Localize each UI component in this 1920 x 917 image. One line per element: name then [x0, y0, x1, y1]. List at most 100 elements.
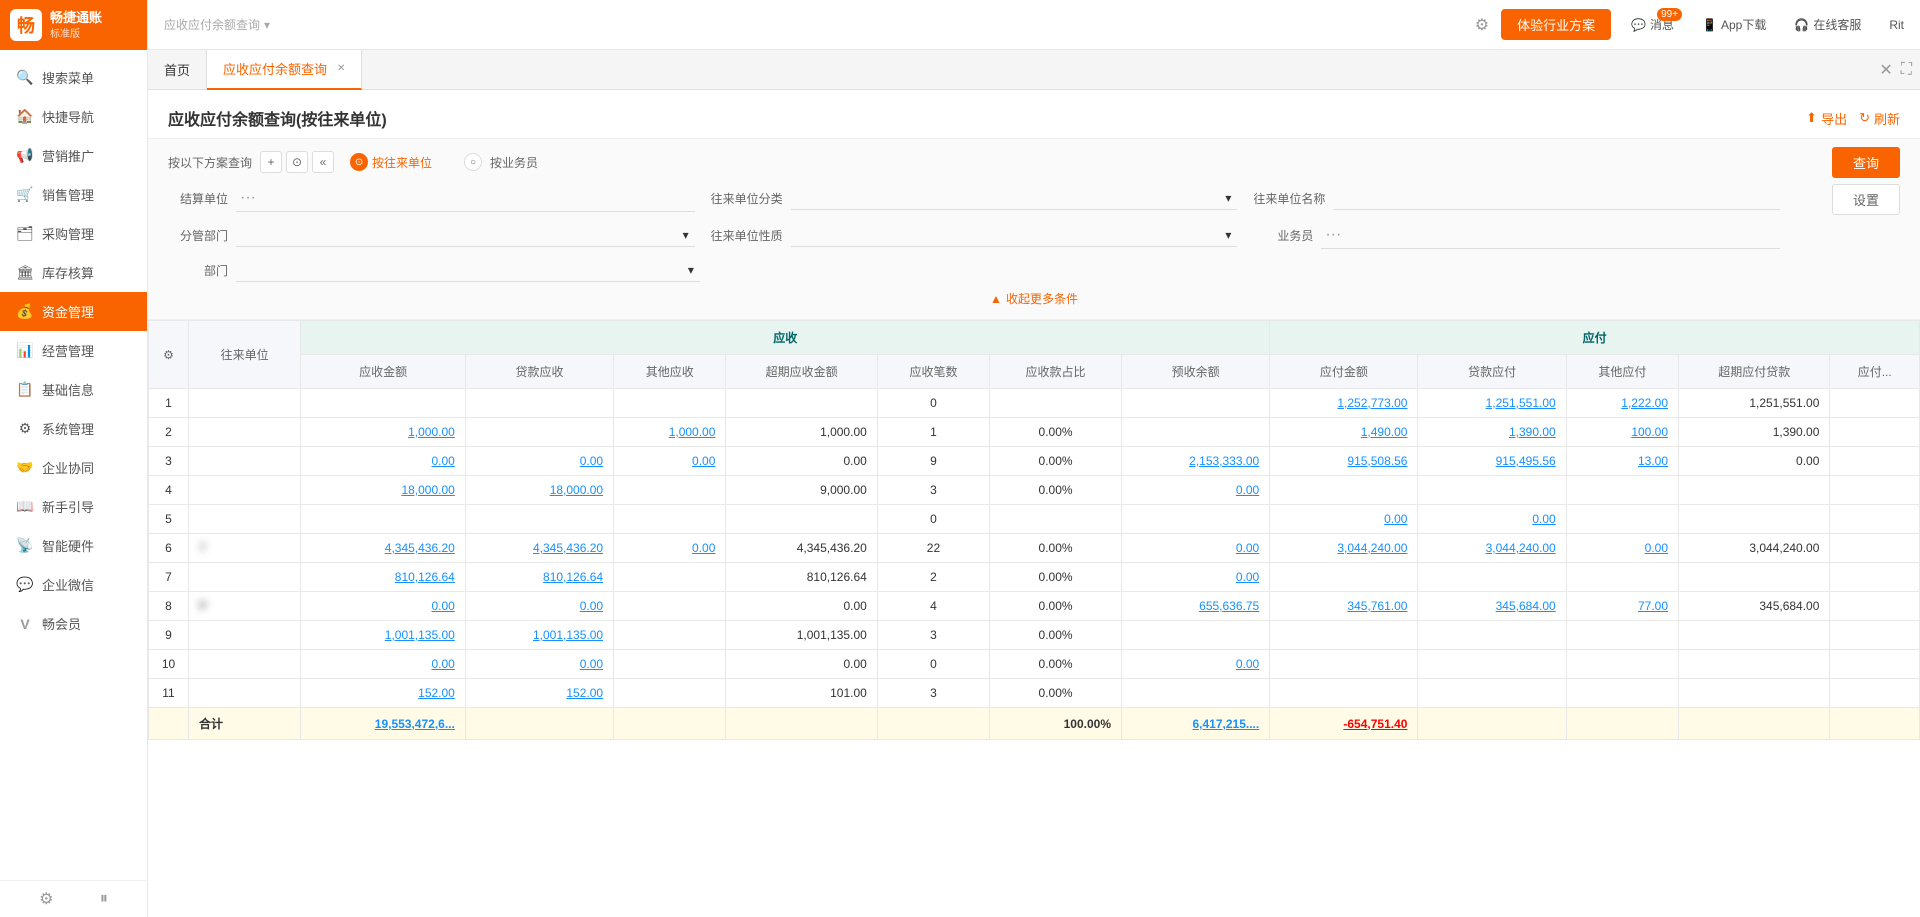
department-select[interactable]: ▾ — [236, 259, 700, 282]
cell-ap-amount[interactable]: 3,044,240.00 — [1270, 534, 1418, 563]
export-button[interactable]: ⬆ 导出 — [1806, 109, 1847, 128]
cell-ar-prepay[interactable]: 0.00 — [1121, 563, 1269, 592]
scheme-option-by-unit[interactable]: ⊙ 按往来单位 — [350, 153, 432, 171]
cell-ar-other[interactable] — [614, 621, 726, 650]
scheme-option-by-biz[interactable]: ○ 按业务员 — [464, 153, 538, 171]
cell-ar-prepay[interactable]: 2,153,333.00 — [1121, 447, 1269, 476]
cell-ar-loan[interactable]: 810,126.64 — [465, 563, 613, 592]
cell-ap-amount[interactable] — [1270, 650, 1418, 679]
partner-nature-select[interactable]: ▾ — [791, 224, 1238, 247]
query-button[interactable]: 查询 — [1832, 147, 1900, 178]
cell-ap-amount[interactable]: 1,490.00 — [1270, 418, 1418, 447]
cell-ar-other[interactable]: 1,000.00 — [614, 418, 726, 447]
salesperson-dots[interactable]: ··· — [1325, 226, 1341, 244]
cell-ap-amount[interactable] — [1270, 621, 1418, 650]
cell-ar-prepay[interactable]: 655,636.75 — [1121, 592, 1269, 621]
scheme-add-button[interactable]: + — [260, 151, 282, 173]
app-download-area[interactable]: 📱 App下载 — [1702, 16, 1766, 33]
cell-ar-amount[interactable]: 0.00 — [301, 592, 466, 621]
cell-ap-amount[interactable]: 1,252,773.00 — [1270, 389, 1418, 418]
cell-ar-other[interactable] — [614, 650, 726, 679]
cell-ap-loan[interactable]: 0.00 — [1418, 505, 1566, 534]
cell-ap-loan[interactable]: 345,684.00 — [1418, 592, 1566, 621]
cell-ar-other[interactable] — [614, 679, 726, 708]
cell-ar-amount[interactable] — [301, 505, 466, 534]
industry-plan-button[interactable]: 体验行业方案 — [1501, 9, 1611, 40]
cell-ar-loan[interactable]: 18,000.00 — [465, 476, 613, 505]
cell-ap-amount[interactable] — [1270, 679, 1418, 708]
cell-ap-loan[interactable]: 1,390.00 — [1418, 418, 1566, 447]
sidebar-item-hardware[interactable]: 📡 智能硬件 — [0, 526, 147, 565]
sidebar-item-collab[interactable]: 🤝 企业协同 — [0, 448, 147, 487]
service-area[interactable]: 🎧 在线客服 — [1794, 16, 1861, 33]
cell-ap-other[interactable] — [1566, 621, 1678, 650]
cell-ap-other[interactable]: 77.00 — [1566, 592, 1678, 621]
sidebar-item-quicknav[interactable]: 🏠 快捷导航 — [0, 97, 147, 136]
cell-ar-other[interactable] — [614, 389, 726, 418]
th-gear[interactable]: ⚙ — [149, 321, 189, 389]
tab-ar-query[interactable]: 应收应付余额查询 ✕ — [207, 50, 362, 90]
cell-ap-other[interactable]: 13.00 — [1566, 447, 1678, 476]
dept-select[interactable]: ▾ — [236, 224, 695, 247]
sidebar-item-marketing[interactable]: 📢 营销推广 — [0, 136, 147, 175]
cell-ar-other[interactable] — [614, 505, 726, 534]
breadcrumb-dropdown-icon[interactable]: ▾ — [264, 18, 270, 32]
partner-category-select[interactable]: ▾ — [791, 187, 1238, 210]
cell-ar-amount[interactable]: 1,000.00 — [301, 418, 466, 447]
cell-ar-amount[interactable]: 810,126.64 — [301, 563, 466, 592]
cell-ar-amount[interactable]: 152.00 — [301, 679, 466, 708]
sidebar-item-member[interactable]: V 畅会员 — [0, 604, 147, 643]
cell-ap-other[interactable]: 100.00 — [1566, 418, 1678, 447]
cell-ap-other[interactable]: 0.00 — [1566, 534, 1678, 563]
cell-ap-loan[interactable] — [1418, 476, 1566, 505]
cell-ar-prepay[interactable] — [1121, 505, 1269, 534]
cell-ap-other[interactable] — [1566, 679, 1678, 708]
sidebar-item-wechat[interactable]: 💬 企业微信 — [0, 565, 147, 604]
sidebar-item-search[interactable]: 🔍 搜索菜单 — [0, 58, 147, 97]
tab-ar-close-icon[interactable]: ✕ — [337, 63, 345, 74]
tab-maximize-icon[interactable]: ⛶ — [1901, 61, 1912, 79]
cell-ap-other[interactable]: 1,222.00 — [1566, 389, 1678, 418]
cell-ar-prepay[interactable]: 0.00 — [1121, 650, 1269, 679]
cell-ap-amount[interactable] — [1270, 563, 1418, 592]
total-ap-amount[interactable]: -654,751.40 — [1270, 708, 1418, 740]
cell-ar-loan[interactable] — [465, 389, 613, 418]
cell-ap-other[interactable] — [1566, 563, 1678, 592]
collapse-sidebar-icon[interactable]: ⏸ — [100, 890, 108, 908]
cell-ar-other[interactable]: 0.00 — [614, 447, 726, 476]
cell-ar-amount[interactable] — [301, 389, 466, 418]
cell-ar-loan[interactable]: 1,001,135.00 — [465, 621, 613, 650]
cell-ar-prepay[interactable] — [1121, 418, 1269, 447]
partner-name-input[interactable] — [1333, 187, 1780, 210]
sidebar-item-purchase[interactable]: 🗂 采购管理 — [0, 214, 147, 253]
cell-ap-amount[interactable]: 0.00 — [1270, 505, 1418, 534]
sidebar-item-sales[interactable]: 🛒 销售管理 — [0, 175, 147, 214]
user-area[interactable]: Rit — [1889, 18, 1904, 32]
sidebar-item-system[interactable]: ⚙ 系统管理 — [0, 409, 147, 448]
cell-ar-amount[interactable]: 4,345,436.20 — [301, 534, 466, 563]
cell-ap-loan[interactable] — [1418, 679, 1566, 708]
cell-ar-prepay[interactable] — [1121, 389, 1269, 418]
cell-ar-other[interactable] — [614, 592, 726, 621]
cell-ar-loan[interactable]: 0.00 — [465, 592, 613, 621]
cell-ar-prepay[interactable] — [1121, 621, 1269, 650]
sidebar-item-basic[interactable]: 📋 基础信息 — [0, 370, 147, 409]
cell-ap-loan[interactable]: 915,495.56 — [1418, 447, 1566, 476]
cell-ar-other[interactable]: 0.00 — [614, 534, 726, 563]
sidebar-item-finance[interactable]: 💰 资金管理 — [0, 292, 147, 331]
cell-ar-amount[interactable]: 0.00 — [301, 447, 466, 476]
notify-area[interactable]: 💬 消息 99+ — [1631, 16, 1674, 33]
sidebar-item-operation[interactable]: 📊 经营管理 — [0, 331, 147, 370]
settlement-unit-dots[interactable]: ··· — [240, 189, 256, 207]
cell-ar-other[interactable] — [614, 476, 726, 505]
cell-ar-loan[interactable]: 4,345,436.20 — [465, 534, 613, 563]
cell-ap-loan[interactable] — [1418, 650, 1566, 679]
cell-ap-other[interactable] — [1566, 476, 1678, 505]
cell-ar-loan[interactable]: 152.00 — [465, 679, 613, 708]
cell-ar-amount[interactable]: 0.00 — [301, 650, 466, 679]
cell-ap-loan[interactable]: 1,251,551.00 — [1418, 389, 1566, 418]
scheme-target-button[interactable]: ⊙ — [286, 151, 308, 173]
tab-home[interactable]: 首页 — [148, 50, 207, 90]
cell-ar-prepay[interactable]: 0.00 — [1121, 534, 1269, 563]
sidebar-item-guide[interactable]: 📖 新手引导 — [0, 487, 147, 526]
